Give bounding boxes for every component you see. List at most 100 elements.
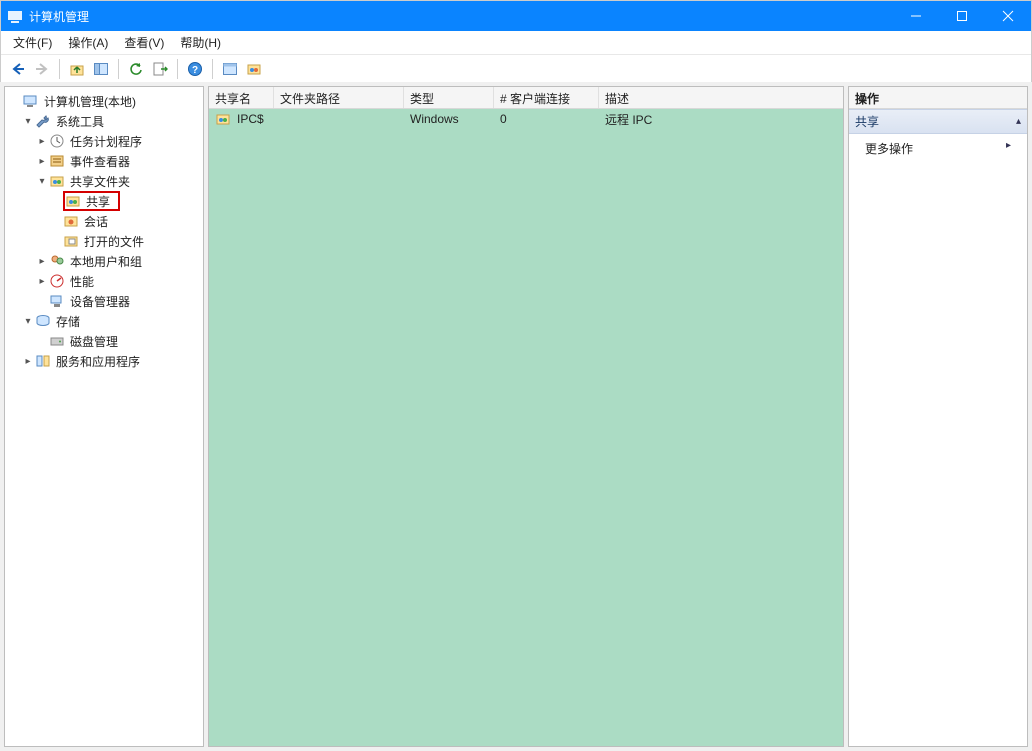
services-icon (35, 353, 51, 369)
users-icon (49, 253, 65, 269)
toolbar: ? (1, 55, 1031, 83)
actions-section-label: 共享 (855, 113, 879, 130)
tree-local-users[interactable]: ▸ 本地用户和组 (7, 251, 201, 271)
storage-icon (35, 313, 51, 329)
chevron-right-icon[interactable]: ▸ (21, 354, 35, 368)
tree-event-viewer[interactable]: ▸ 事件查看器 (7, 151, 201, 171)
column-header-clients[interactable]: # 客户端连接 (494, 87, 599, 108)
tree-label: 服务和应用程序 (54, 352, 142, 371)
help-button[interactable]: ? (184, 58, 206, 80)
cell-desc: 远程 IPC (599, 109, 843, 130)
performance-icon (49, 273, 65, 289)
tree-label: 性能 (68, 272, 96, 291)
tree-open-files[interactable]: ▸ 打开的文件 (7, 231, 201, 251)
event-viewer-icon (49, 153, 65, 169)
toolbar-separator (59, 59, 60, 79)
chevron-down-icon[interactable]: ▾ (35, 174, 49, 188)
title-bar: 计算机管理 (1, 1, 1031, 31)
new-share-button[interactable] (219, 58, 241, 80)
close-button[interactable] (985, 1, 1031, 31)
app-icon (7, 8, 23, 24)
disk-icon (49, 333, 65, 349)
menu-help[interactable]: 帮助(H) (172, 32, 229, 53)
svg-text:?: ? (192, 65, 198, 76)
actions-more-label: 更多操作 (865, 142, 913, 156)
refresh-button[interactable] (125, 58, 147, 80)
toolbar-separator (177, 59, 178, 79)
show-hide-tree-button[interactable] (90, 58, 112, 80)
menu-file[interactable]: 文件(F) (5, 32, 60, 53)
tree-label: 存储 (54, 312, 82, 331)
minimize-button[interactable] (893, 1, 939, 31)
chevron-down-icon[interactable]: ▾ (21, 314, 35, 328)
tree-label: 磁盘管理 (68, 332, 120, 351)
tree-label: 本地用户和组 (68, 252, 144, 271)
tree-storage[interactable]: ▾ 存储 (7, 311, 201, 331)
tree-shared-folders[interactable]: ▾ 共享文件夹 (7, 171, 201, 191)
wrench-icon (35, 113, 51, 129)
export-list-button[interactable] (149, 58, 171, 80)
actions-more[interactable]: 更多操作 ▸ (849, 134, 1027, 163)
tree-root[interactable]: ▶ 计算机管理(本地) (7, 91, 201, 111)
cell-name: IPC$ (237, 112, 264, 126)
computer-mgmt-icon (23, 93, 39, 109)
column-header-type[interactable]: 类型 (404, 87, 494, 108)
menu-view[interactable]: 查看(V) (116, 32, 172, 53)
up-level-button[interactable] (66, 58, 88, 80)
tree-performance[interactable]: ▸ 性能 (7, 271, 201, 291)
forward-button[interactable] (31, 58, 53, 80)
chevron-down-icon[interactable]: ▾ (21, 114, 35, 128)
maximize-button[interactable] (939, 1, 985, 31)
chevron-right-icon[interactable]: ▸ (35, 134, 49, 148)
actions-pane: 操作 共享 ▴ 更多操作 ▸ (848, 86, 1028, 747)
list-body[interactable]: IPC$ Windows 0 远程 IPC (209, 109, 843, 746)
open-files-icon (63, 233, 79, 249)
shares-icon (65, 193, 81, 209)
tree-label: 打开的文件 (82, 232, 146, 251)
highlight-annotation: 共享 (63, 191, 120, 211)
actions-header: 操作 (849, 87, 1027, 109)
tree-shares[interactable]: ▸ 共享 (7, 191, 201, 211)
tree-label: 任务计划程序 (68, 132, 144, 151)
actions-section-title[interactable]: 共享 ▴ (849, 109, 1027, 134)
toolbar-separator (212, 59, 213, 79)
column-header-desc[interactable]: 描述 (599, 87, 843, 108)
device-manager-icon (49, 293, 65, 309)
tree-pane: ▶ 计算机管理(本地) ▾ 系统工具 ▸ 任务计划程序 ▸ 事件查看器 ▾ (4, 86, 204, 747)
cell-type: Windows (404, 110, 494, 128)
chevron-right-icon[interactable]: ▸ (35, 274, 49, 288)
tree-sessions[interactable]: ▸ 会话 (7, 211, 201, 231)
tree-label: 共享 (84, 192, 112, 211)
column-header-name[interactable]: 共享名 (209, 87, 274, 108)
column-header-path[interactable]: 文件夹路径 (274, 87, 404, 108)
shared-folder-icon (49, 173, 65, 189)
chevron-right-icon: ▸ (1006, 140, 1011, 151)
tree-root-label: 计算机管理(本地) (42, 92, 138, 111)
chevron-up-icon: ▴ (1016, 116, 1021, 127)
table-row[interactable]: IPC$ Windows 0 远程 IPC (209, 109, 843, 129)
cell-clients: 0 (494, 110, 599, 128)
back-button[interactable] (7, 58, 29, 80)
tree-task-scheduler[interactable]: ▸ 任务计划程序 (7, 131, 201, 151)
tree-label: 会话 (82, 212, 110, 231)
tree-disk-management[interactable]: ▸ 磁盘管理 (7, 331, 201, 351)
tree: ▶ 计算机管理(本地) ▾ 系统工具 ▸ 任务计划程序 ▸ 事件查看器 ▾ (5, 87, 203, 375)
menu-bar: 文件(F) 操作(A) 查看(V) 帮助(H) (1, 31, 1031, 55)
sessions-icon (63, 213, 79, 229)
list-header: 共享名 文件夹路径 类型 # 客户端连接 描述 (209, 87, 843, 109)
tree-label: 系统工具 (54, 112, 106, 131)
toolbar-separator (118, 59, 119, 79)
all-tasks-button[interactable] (243, 58, 265, 80)
window-title: 计算机管理 (29, 8, 893, 25)
tree-services-apps[interactable]: ▸ 服务和应用程序 (7, 351, 201, 371)
tree-device-manager[interactable]: ▸ 设备管理器 (7, 291, 201, 311)
tree-label: 设备管理器 (68, 292, 132, 311)
chevron-right-icon[interactable]: ▸ (35, 154, 49, 168)
list-pane: 共享名 文件夹路径 类型 # 客户端连接 描述 IPC$ Windows 0 远… (208, 86, 844, 747)
tree-system-tools[interactable]: ▾ 系统工具 (7, 111, 201, 131)
menu-action[interactable]: 操作(A) (60, 32, 116, 53)
tree-label: 共享文件夹 (68, 172, 132, 191)
clock-icon (49, 133, 65, 149)
chevron-right-icon[interactable]: ▸ (35, 254, 49, 268)
cell-path (274, 117, 404, 121)
